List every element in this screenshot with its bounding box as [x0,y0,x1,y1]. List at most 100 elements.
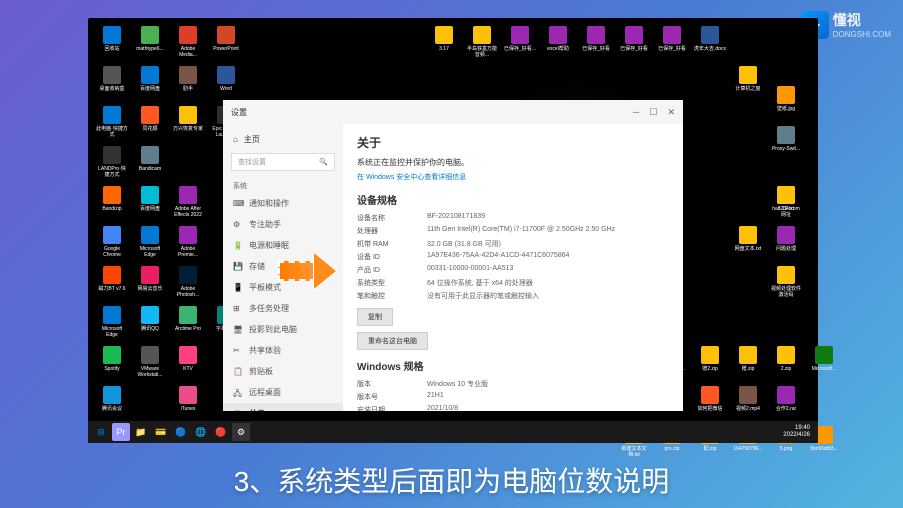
desktop-icon[interactable]: excel帮助 [542,26,574,52]
desktop-icon[interactable]: 已保存_好看 [618,26,650,52]
taskbar[interactable]: ⊞ Pr 📁 💳 🔵 🌐 🔴 ⚙ 19:40 2022/4/26 [88,421,818,443]
spec-row: 安装日期2021/10/8 [357,405,669,411]
sidebar-item[interactable]: ✂共享体验 [223,340,343,361]
desktop-icon[interactable]: 计算机之窗 [732,66,764,92]
desktop-icon[interactable]: 百度网盘 [134,66,166,92]
taskbar-app[interactable]: 🌐 [192,423,210,441]
sidebar-home[interactable]: ⌂ 主页 [223,130,343,149]
desktop-icon[interactable]: Adobe Premie... [172,226,204,258]
taskbar-app[interactable]: Pr [112,423,130,441]
minimize-button[interactable]: ─ [633,107,639,118]
sidebar-item[interactable]: 🖥投影到此电脑 [223,319,343,340]
nav-label: 关于 [249,408,265,411]
close-button[interactable]: ✕ [667,107,675,118]
desktop-icon[interactable]: 壁纸.jpg [770,86,802,112]
desktop-icon[interactable]: 问题处理 [770,226,802,252]
desktop-icon[interactable]: 百度网盘 [134,186,166,212]
desktop-icon[interactable]: Bandizip [96,186,128,212]
desktop-icon[interactable]: Google Chrome [96,226,128,258]
desktop-icon[interactable]: 万兴恢复专家 [172,106,204,132]
desktop-icon[interactable]: 桌面收纳盒 [96,66,128,92]
desktop-icon[interactable]: 合作2.rar [770,386,802,412]
desktop-icon[interactable]: Spotify [96,346,128,372]
desktop-icon[interactable]: 已保存_好看 [656,26,688,52]
tutorial-caption: 3、系统类型后面即为电脑位数说明 [0,460,903,500]
nav-icon: 💾 [233,262,243,272]
desktop-icon[interactable]: 虎年大吉.docx [694,26,726,52]
nav-label: 存储 [249,261,265,272]
desktop-icon[interactable]: hao234.com网址 [770,186,802,218]
window-titlebar[interactable]: 设置 ─ ☐ ✕ [223,100,683,124]
desktop-icon[interactable]: Adobe Photosh... [172,266,204,298]
maximize-button[interactable]: ☐ [649,107,657,118]
nav-icon: ⓘ [233,409,243,412]
desktop-icon[interactable]: 腾讯会议 [96,386,128,412]
desktop-icon[interactable]: 网易云音乐 [134,266,166,292]
desktop-icon[interactable]: PowerPoint [210,26,242,52]
sidebar-search[interactable]: 查找设置 🔍 [231,153,335,171]
sidebar-item[interactable]: 🖧远程桌面 [223,382,343,403]
desktop-icon[interactable]: Arctime Pro [172,306,204,332]
desktop-icon[interactable]: Word [210,66,242,92]
desktop-icon[interactable]: 2.zip [770,346,802,372]
taskbar-app[interactable]: 📁 [132,423,150,441]
desktop-icon[interactable]: 赠.zip [732,346,764,372]
desktop-icon[interactable]: KTV [172,346,204,372]
desktop-icon[interactable]: 已保存_好看... [504,26,536,52]
desktop-icon[interactable]: 肋手 [172,66,204,92]
spec-row: 版本Windows 10 专业版 [357,379,669,389]
spec-row: 处理器11th Gen Intel(R) Core(TM) i7-11700F … [357,226,669,236]
nav-icon: 🔋 [233,241,243,251]
desktop-icon[interactable]: LANDPro·快捷方式 [96,146,128,178]
desktop-icon[interactable]: Adobe After Effects 2022 [172,186,204,218]
taskbar-app[interactable]: 🔴 [212,423,230,441]
sidebar-item[interactable]: ⊞多任务处理 [223,298,343,319]
nav-label: 剪贴板 [249,366,273,377]
security-center-link[interactable]: 在 Windows 安全中心查看详细信息 [357,172,669,182]
desktop-icon[interactable]: 网盘文本.txt [732,226,764,252]
desktop-icon[interactable]: 如何把微信 [694,386,726,412]
nav-icon: ⌨ [233,199,243,209]
desktop-icon[interactable]: 此电脑·快捷方式 [96,106,128,138]
rename-pc-button[interactable]: 重命名这台电脑 [357,332,428,350]
windows-spec-heading: Windows 规格 [357,358,669,373]
copy-button[interactable]: 复制 [357,308,393,326]
desktop-icon[interactable]: VMware Workstati... [134,346,166,378]
desktop-icon[interactable]: 3.17 [428,26,460,52]
home-label: 主页 [244,134,260,145]
home-icon: ⌂ [233,135,238,144]
desktop-icon[interactable]: mathtype6... [134,26,166,52]
desktop-icon[interactable]: 视频2.mp4 [732,386,764,412]
taskbar-clock[interactable]: 19:40 2022/4/26 [783,425,814,439]
start-button[interactable]: ⊞ [92,423,110,441]
device-spec-heading: 设备规格 [357,192,669,207]
nav-icon: 🖧 [233,388,243,398]
desktop-icon[interactable]: Microsoft... [808,346,840,372]
desktop-icon[interactable]: 回收站 [96,26,128,52]
spec-row: 设备名称BF-202108171839 [357,213,669,223]
desktop-icon[interactable]: 赠2.zip [694,346,726,372]
desktop-icon[interactable]: 同花顺 [134,106,166,132]
nav-label: 多任务处理 [249,303,289,314]
taskbar-settings[interactable]: ⚙ [232,423,250,441]
desktop-icon[interactable]: 视频处理软件激活码 [770,266,802,298]
taskbar-app[interactable]: 💳 [152,423,170,441]
desktop-icon[interactable]: Adobe Media... [172,26,204,58]
desktop-icon[interactable]: Bandicam [134,146,166,172]
sidebar-item[interactable]: ⚙专注助手 [223,214,343,235]
desktop-icon[interactable]: 半岛铁盒万能音频... [466,26,498,58]
desktop-icon[interactable]: Proxy-Swit... [770,126,802,152]
spec-row: 系统类型64 位操作系统, 基于 x64 的处理器 [357,278,669,288]
sidebar-item[interactable]: ⓘ 关于 [223,403,343,411]
desktop-icon[interactable]: 腾讯QQ [134,306,166,332]
desktop-icon[interactable]: 磁力BT v7.6 [96,266,128,292]
desktop-icon[interactable]: 已保存_好看 [580,26,612,52]
taskbar-app[interactable]: 🔵 [172,423,190,441]
sidebar-item[interactable]: 📋剪贴板 [223,361,343,382]
nav-label: 平板模式 [249,282,281,293]
sidebar-item[interactable]: ⌨通知和操作 [223,193,343,214]
desktop-icon[interactable]: iTunes [172,386,204,412]
desktop-icon[interactable]: Microsoft Edge [96,306,128,338]
desktop-icon[interactable]: Microsoft Edge [134,226,166,258]
search-placeholder: 查找设置 [238,157,266,167]
